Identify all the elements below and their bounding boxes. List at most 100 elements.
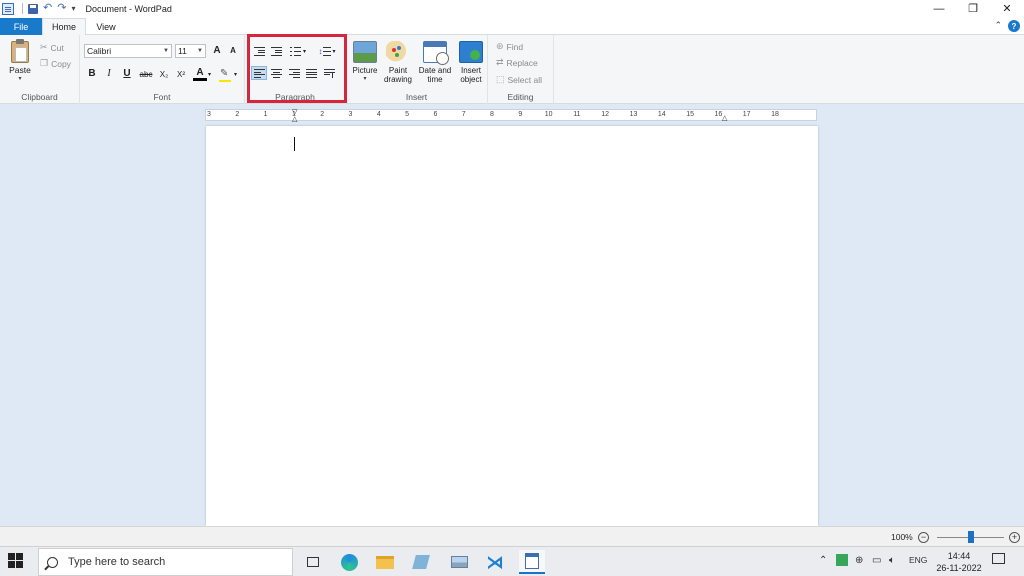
redo-icon[interactable]: ↷ [57,3,66,14]
chevron-down-icon: ▼ [197,48,203,54]
close-button[interactable]: ✕ [990,0,1024,17]
ruler-label: 17 [742,111,751,118]
horizontal-ruler[interactable]: 3 2 1 1 2 3 4 5 6 7 8 9 10 11 12 13 14 15 16 17 18 ▽ △ △ [205,109,817,123]
right-indent-marker-icon[interactable]: △ [722,114,727,122]
editing-group-label: Editing [507,92,534,102]
notifications-icon[interactable] [992,553,1005,564]
ruler-label: 15 [686,111,694,118]
task-view-icon[interactable] [300,550,326,574]
restore-button[interactable]: ❐ [956,0,990,17]
font-color-button[interactable]: A [193,67,207,81]
ruler-label: 1 [263,111,268,118]
zoom-out-button[interactable]: − [918,532,929,543]
tab-home[interactable]: Home [42,18,86,35]
date-and-time-button[interactable]: Date and time [416,39,454,89]
insert-object-button[interactable]: Insert object [456,39,486,89]
undo-icon[interactable]: ↶ [43,3,52,14]
hanging-indent-marker-icon[interactable]: △ [292,115,297,123]
paragraph-highlight-annotation [247,34,347,103]
ruler-label: 13 [629,111,638,118]
wordpad-taskbar-icon[interactable] [519,550,545,574]
underline-button[interactable]: U [120,68,134,79]
language-indicator[interactable]: ENG [909,555,927,565]
customize-quick-access-icon[interactable]: ▾ [71,4,75,13]
select-all-button[interactable]: ⬚ Select all [496,74,542,85]
cut-button[interactable]: ✂ Cut [40,42,64,53]
window-controls: — ❐ ✕ [922,0,1024,17]
italic-button[interactable]: I [102,68,116,79]
paste-button[interactable]: Paste ▾ [6,39,34,87]
object-label-line1: Insert [460,66,481,75]
collapse-ribbon-icon[interactable]: ⌃ [994,20,1002,31]
font-family-select[interactable]: Calibri ▼ [84,44,172,58]
shrink-font-button[interactable]: A [226,46,240,55]
divider [22,3,23,14]
superscript-button[interactable]: X² [174,70,188,79]
find-label: Find [506,41,524,52]
find-button[interactable]: ⊛ Find [496,41,523,52]
quick-access-toolbar: ↶ ↷ ▾ [22,3,75,14]
font-group: Calibri ▼ 11 ▼ A A B I U abc X₂ X² A ▾ ✎… [80,35,245,104]
chevron-down-icon[interactable]: ▾ [208,71,211,78]
clipboard-icon [11,39,29,63]
copy-icon: ❐ [40,58,49,68]
battery-icon[interactable]: ▭ [872,555,881,566]
tab-file[interactable]: File [0,18,42,35]
bold-button[interactable]: B [85,68,99,79]
chevron-down-icon[interactable]: ▾ [234,71,237,78]
volume-icon[interactable]: 🔈︎ [889,555,895,566]
ruler-label: 6 [433,111,438,118]
insert-group-label: Insert [405,92,428,102]
ruler-label: 4 [376,111,381,118]
font-size-select[interactable]: 11 ▼ [175,44,206,58]
tab-view[interactable]: View [88,18,124,35]
font-group-label: Font [153,92,171,102]
ruler-label: 10 [544,111,553,118]
paint-drawing-button[interactable]: Paint drawing [382,39,414,89]
ruler-label: 12 [601,111,610,118]
windows-start-icon[interactable] [8,553,24,569]
minimize-button[interactable]: — [922,0,956,17]
binoculars-icon: ⊛ [496,41,504,51]
zoom-slider-thumb[interactable] [967,531,974,543]
chevron-down-icon: ▾ [18,76,22,82]
cut-label: Cut [50,42,64,53]
globe-network-icon[interactable]: ⊕ [855,555,863,566]
search-icon [47,556,58,568]
tray-app-icon[interactable] [836,554,848,566]
paste-label: Paste [9,65,31,75]
vscode-icon[interactable]: ⋊ [482,550,508,574]
chevron-down-icon: ▼ [163,48,169,54]
ruler-label: 9 [518,111,523,118]
replace-button[interactable]: ⇄ Replace [496,57,538,68]
save-icon[interactable] [28,3,38,14]
grow-font-button[interactable]: A [210,45,224,56]
strikethrough-button[interactable]: abc [138,70,154,79]
paint-label-line1: Paint [388,66,408,75]
edge-browser-icon[interactable] [336,550,362,574]
help-icon[interactable]: ? [1008,20,1020,32]
highlight-color-swatch [219,80,231,82]
wordpad-app-icon[interactable] [2,2,14,15]
object-label-line2: object [460,75,482,84]
picture-button[interactable]: Picture ▾ [350,39,380,89]
editing-group: ⊛ Find ⇄ Replace ⬚ Select all Editing [488,35,554,104]
copy-button[interactable]: ❐ Copy [40,58,71,69]
zoom-in-button[interactable]: + [1009,532,1020,543]
document-page[interactable] [206,126,818,526]
clipboard-group-label: Clipboard [21,92,58,102]
calendar-clock-icon [423,41,449,65]
system-clock[interactable]: 14:44 26-11-2022 [933,550,985,574]
app-icon-blue[interactable] [408,550,434,574]
file-explorer-icon[interactable] [372,550,398,574]
highlight-button[interactable]: ✎ [218,68,232,82]
date-label-line1: Date and [418,66,452,75]
subscript-button[interactable]: X₂ [157,70,171,79]
taskbar-search-box[interactable]: Type here to search [38,548,293,576]
ruler-label: 2 [320,111,325,118]
photos-app-icon[interactable] [446,550,472,574]
paint-label-line2: drawing [383,75,412,84]
ruler-label: 14 [657,111,666,118]
clock-time: 14:44 [947,551,971,561]
show-hidden-icons-chevron-icon[interactable]: ⌃ [819,555,827,566]
